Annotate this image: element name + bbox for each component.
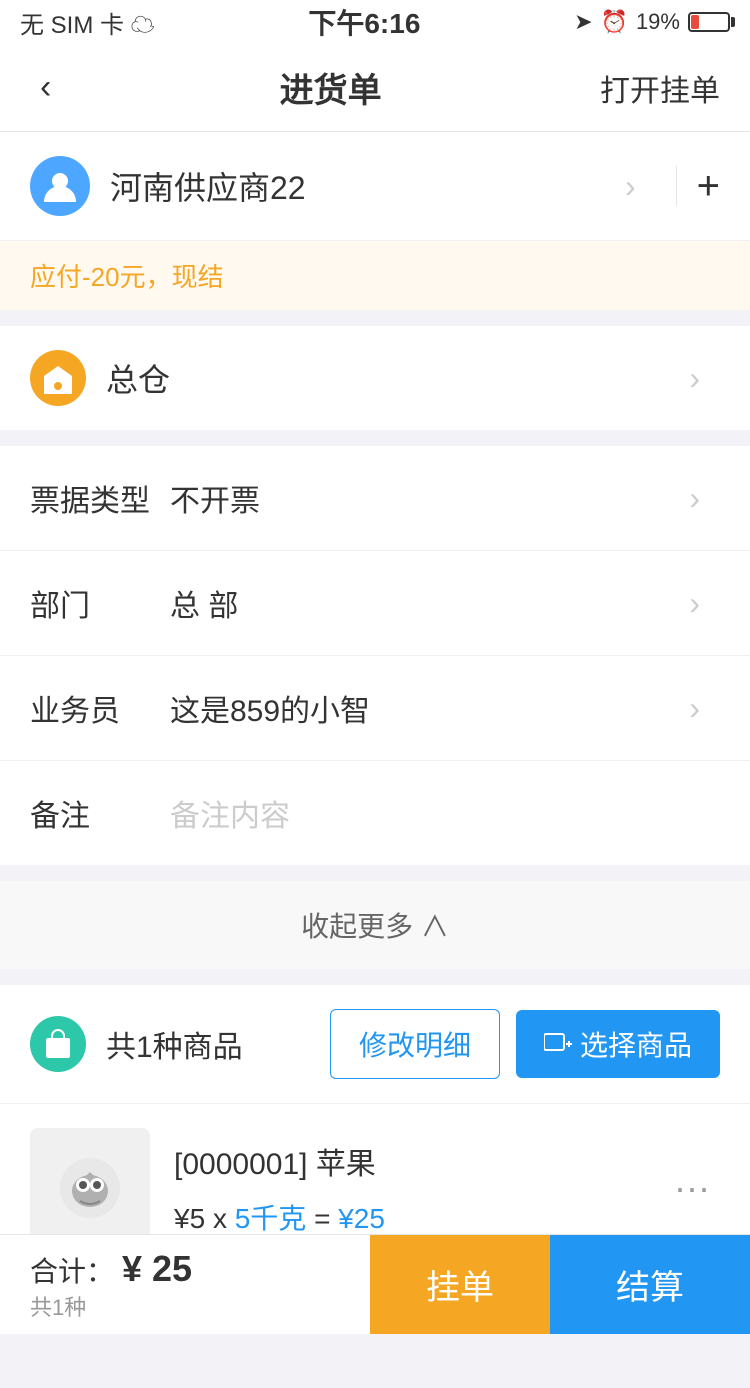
add-supplier-button[interactable]: +	[697, 164, 720, 209]
product-title: 苹果	[316, 1148, 376, 1181]
dept-row[interactable]: 部门 总 部 ›	[0, 551, 750, 656]
supplier-section: 河南供应商22 › + 应付-20元，现结	[0, 132, 750, 310]
supplier-notice: 应付-20元，现结	[0, 241, 750, 310]
status-right: ➤ ⏰ 19%	[574, 9, 730, 35]
open-hold-button[interactable]: 打开挂单	[600, 66, 720, 110]
total-count: 共1种	[30, 1290, 340, 1322]
warehouse-icon	[30, 350, 86, 406]
dept-label: 部门	[30, 581, 150, 625]
bag-icon	[42, 1028, 74, 1060]
product-thumbnail	[30, 1128, 150, 1248]
owl-logo-icon	[50, 1148, 130, 1228]
remark-label: 备注	[30, 791, 150, 835]
ticket-type-row[interactable]: 票据类型 不开票 ›	[0, 446, 750, 551]
supplier-avatar	[30, 156, 90, 216]
total-amount: ¥ 25	[122, 1248, 192, 1290]
product-count: 共1种商品	[106, 1022, 330, 1066]
product-name: [0000001] 苹果	[174, 1139, 664, 1183]
battery-text: 19%	[636, 9, 680, 35]
product-header: 共1种商品 修改明细 选择商品	[0, 985, 750, 1104]
total-section: 合计： ¥ 25 共1种	[0, 1248, 370, 1322]
product-code: [0000001]	[174, 1148, 307, 1181]
checkout-button[interactable]: 结算	[550, 1235, 750, 1334]
total-value: ¥25	[338, 1203, 385, 1234]
hold-button[interactable]: 挂单	[370, 1235, 550, 1334]
product-section: 共1种商品 修改明细 选择商品	[0, 985, 750, 1272]
supplier-row[interactable]: 河南供应商22 › +	[0, 132, 750, 241]
select-product-icon	[544, 1032, 572, 1056]
total-label-text: 合计：	[30, 1250, 114, 1290]
remark-input[interactable]: 备注内容	[170, 791, 720, 835]
status-bar: 无 SIM 卡 ☁ 下午6:16 ➤ ⏰ 19%	[0, 0, 750, 44]
nav-bar: ‹ 进货单 打开挂单	[0, 44, 750, 132]
battery-icon	[688, 12, 730, 32]
product-more-button[interactable]: ···	[664, 1157, 720, 1219]
dept-value: 总 部	[170, 581, 689, 625]
vertical-divider	[676, 166, 677, 206]
page-title: 进货单	[280, 63, 382, 112]
ticket-type-label: 票据类型	[30, 476, 150, 520]
edit-detail-button[interactable]: 修改明细	[330, 1009, 500, 1079]
back-button[interactable]: ‹	[30, 58, 61, 117]
select-product-label: 选择商品	[580, 1024, 692, 1064]
product-icon	[30, 1016, 86, 1072]
chevron-right-icon: ›	[625, 168, 636, 205]
signal-text: 无 SIM 卡 ☁	[20, 5, 155, 40]
equals-sign: =	[314, 1203, 338, 1234]
bottom-bar: 合计： ¥ 25 共1种 挂单 结算	[0, 1234, 750, 1334]
location-icon: ➤	[574, 9, 592, 35]
select-product-button[interactable]: 选择商品	[516, 1010, 720, 1078]
salesperson-value: 这是859的小智	[170, 686, 689, 730]
price-unit: ¥5	[174, 1203, 205, 1234]
dept-chevron-icon: ›	[689, 585, 700, 622]
warehouse-section[interactable]: 总仓 ›	[0, 326, 750, 430]
status-time: 下午6:16	[308, 2, 420, 42]
salesperson-chevron-icon: ›	[689, 690, 700, 727]
form-section: 票据类型 不开票 › 部门 总 部 › 业务员 这是859的小智 › 备注 备注…	[0, 446, 750, 865]
home-icon	[42, 362, 74, 394]
product-info: [0000001] 苹果 ¥5 x 5千克 = ¥25	[174, 1139, 664, 1237]
salesperson-label: 业务员	[30, 686, 150, 730]
status-left: 无 SIM 卡 ☁	[20, 5, 155, 40]
warehouse-name: 总仓	[106, 355, 689, 401]
price-separator: x	[213, 1203, 235, 1234]
quantity-value: 5千克	[235, 1203, 307, 1234]
product-price: ¥5 x 5千克 = ¥25	[174, 1197, 664, 1237]
ticket-type-value: 不开票	[170, 476, 689, 520]
remark-row[interactable]: 备注 备注内容	[0, 761, 750, 865]
ticket-chevron-icon: ›	[689, 480, 700, 517]
salesperson-row[interactable]: 业务员 这是859的小智 ›	[0, 656, 750, 761]
collapse-bar[interactable]: 收起更多 ∧	[0, 881, 750, 969]
warehouse-chevron-icon: ›	[689, 360, 700, 397]
alarm-icon: ⏰	[601, 9, 628, 35]
person-icon	[42, 168, 78, 204]
supplier-name: 河南供应商22	[110, 163, 625, 209]
total-label-row: 合计： ¥ 25	[30, 1248, 340, 1290]
